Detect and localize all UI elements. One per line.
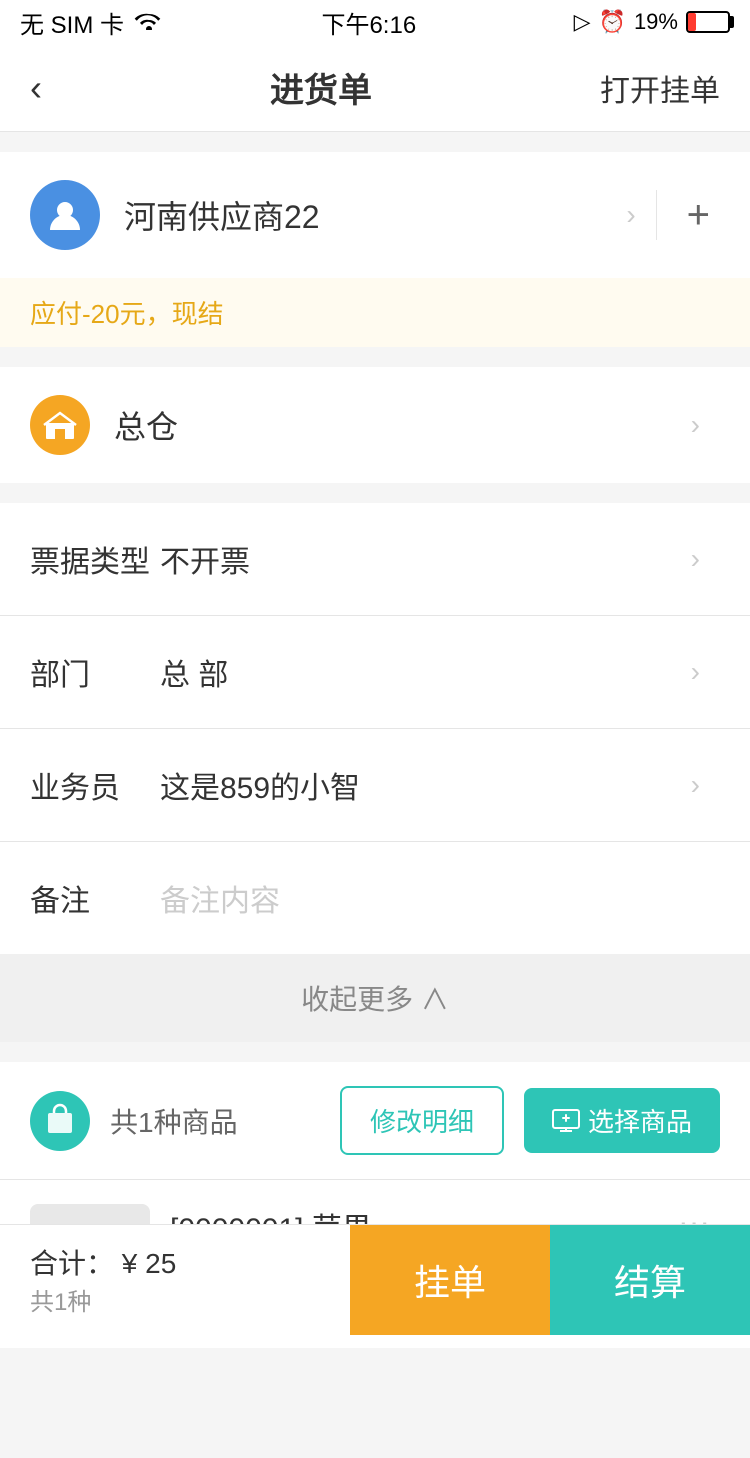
- separator-2: [0, 347, 750, 367]
- remark-row[interactable]: 备注 备注内容: [0, 842, 750, 954]
- supplier-chevron-icon: ›: [626, 199, 635, 231]
- warehouse-name: 总仓: [114, 402, 691, 448]
- supplier-name[interactable]: 河南供应商22: [124, 192, 626, 238]
- form-section: 票据类型 不开票 › 部门 总 部 › 业务员 这是859的小智 › 备注 备注…: [0, 503, 750, 954]
- supplier-row: 河南供应商22 › +: [0, 152, 750, 278]
- status-right: ▷ ⏰ 19%: [574, 9, 730, 35]
- status-left: 无 SIM 卡: [20, 5, 164, 40]
- back-button[interactable]: ‹: [30, 67, 42, 109]
- invoice-chevron-icon: ›: [691, 543, 700, 575]
- hang-order-button[interactable]: 挂单: [350, 1225, 550, 1335]
- bottom-padding: [0, 1348, 750, 1458]
- salesman-value: 这是859的小智: [160, 763, 691, 807]
- vertical-divider: [656, 190, 657, 240]
- department-value: 总 部: [160, 650, 691, 694]
- separator-3: [0, 483, 750, 503]
- alarm-icon: ⏰: [599, 9, 626, 35]
- bottom-bar: 合计： ¥ 25 共1种 挂单 结算: [0, 1224, 750, 1334]
- invoice-type-label: 票据类型: [30, 537, 160, 581]
- select-product-label: 选择商品: [588, 1102, 692, 1139]
- add-supplier-button[interactable]: +: [677, 193, 720, 238]
- salesman-row[interactable]: 业务员 这是859的小智 ›: [0, 729, 750, 841]
- department-row[interactable]: 部门 总 部 ›: [0, 616, 750, 728]
- page-title: 进货单: [270, 63, 372, 112]
- open-pending-button[interactable]: 打开挂单: [600, 66, 720, 110]
- edit-detail-button[interactable]: 修改明细: [340, 1086, 504, 1155]
- total-label: 合计：: [30, 1248, 114, 1279]
- product-icon: [30, 1091, 90, 1151]
- status-bar: 无 SIM 卡 下午6:16 ▷ ⏰ 19%: [0, 0, 750, 44]
- battery-label: 19%: [634, 9, 678, 35]
- warehouse-chevron-icon: ›: [691, 409, 700, 441]
- department-chevron-icon: ›: [691, 656, 700, 688]
- supplier-avatar: [30, 180, 100, 250]
- product-header: 共1种商品 修改明细 选择商品: [0, 1062, 750, 1179]
- invoice-type-value: 不开票: [160, 537, 691, 581]
- time-label: 下午6:16: [321, 5, 416, 40]
- product-count-label: 共1种商品: [110, 1101, 320, 1141]
- carrier-label: 无 SIM 卡: [20, 5, 124, 40]
- total-count: 共1种: [30, 1282, 320, 1317]
- salesman-label: 业务员: [30, 763, 160, 807]
- battery-icon: [686, 11, 730, 33]
- remark-label: 备注: [30, 876, 160, 920]
- wifi-icon: [134, 8, 164, 37]
- warehouse-row[interactable]: 总仓 ›: [0, 367, 750, 483]
- select-product-button[interactable]: 选择商品: [524, 1088, 720, 1153]
- total-amount: ¥ 25: [122, 1248, 177, 1279]
- payment-notice: 应付-20元，现结: [0, 278, 750, 347]
- invoice-type-row[interactable]: 票据类型 不开票 ›: [0, 503, 750, 615]
- collapse-toggle[interactable]: 收起更多 ∧: [0, 954, 750, 1042]
- remark-input[interactable]: 备注内容: [160, 876, 720, 920]
- location-icon: ▷: [574, 9, 591, 35]
- total-row: 合计： ¥ 25: [30, 1242, 320, 1282]
- total-section: 合计： ¥ 25 共1种: [0, 1242, 350, 1317]
- supplier-section: 河南供应商22 › + 应付-20元，现结: [0, 152, 750, 347]
- department-label: 部门: [30, 650, 160, 694]
- salesman-chevron-icon: ›: [691, 769, 700, 801]
- nav-bar: ‹ 进货单 打开挂单: [0, 44, 750, 132]
- warehouse-section: 总仓 ›: [0, 367, 750, 483]
- separator-4: [0, 1042, 750, 1062]
- separator-1: [0, 132, 750, 152]
- warehouse-icon: [30, 395, 90, 455]
- settle-button[interactable]: 结算: [550, 1225, 750, 1335]
